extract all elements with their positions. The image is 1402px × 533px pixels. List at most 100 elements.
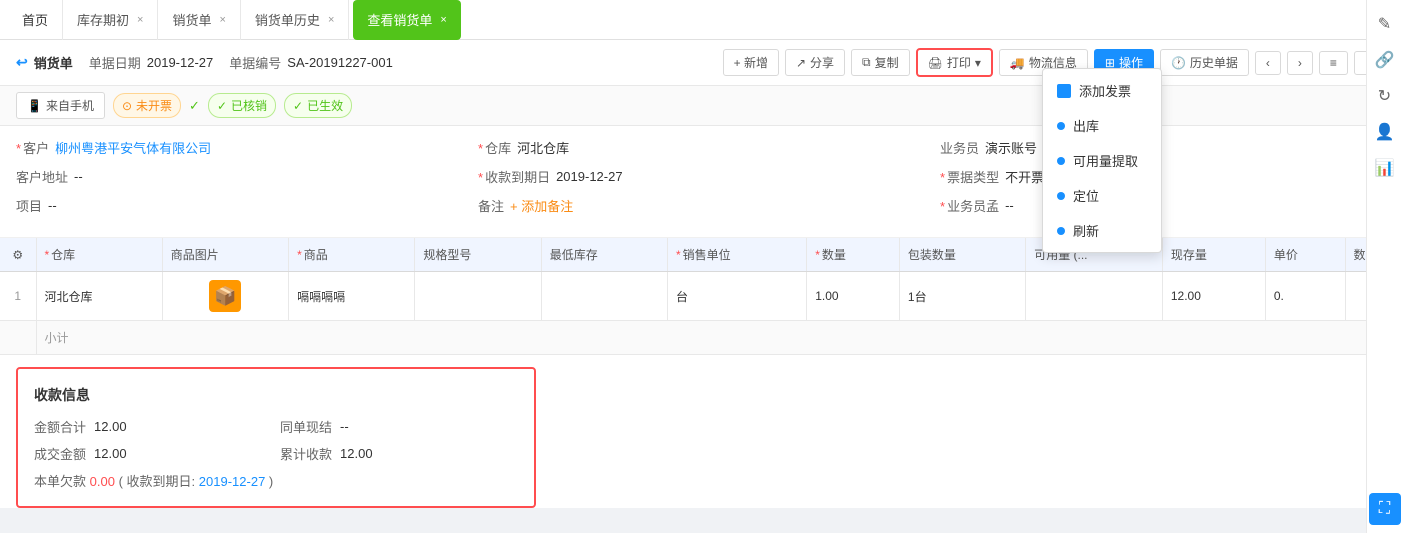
available-qty-icon — [1057, 157, 1065, 165]
nav-prev-button[interactable]: ‹ — [1255, 51, 1281, 75]
print-dropdown-icon: ▾ — [975, 56, 981, 70]
row-warehouse: 河北仓库 — [36, 272, 162, 321]
th-product: 商品 — [289, 238, 415, 272]
copy-button[interactable]: ⧉ 复制 — [851, 49, 910, 76]
address-label: 客户地址 — [16, 167, 68, 186]
customer-label: 客户 — [16, 138, 49, 157]
print-button[interactable]: 🖨 打印 ▾ — [916, 48, 993, 77]
transaction-amount-row: 成交金额 12.00 — [34, 444, 272, 463]
phone-icon: 📱 — [27, 99, 42, 113]
history-button[interactable]: 🕐 历史单据 — [1160, 49, 1249, 76]
salesperson-value: -- — [1005, 198, 1014, 213]
row-quantity: 1.00 — [807, 272, 900, 321]
staff-value: 演示账号 — [985, 138, 1037, 157]
verified-badge: ✓ 已核销 — [208, 93, 276, 118]
tab-sales-history-close[interactable]: × — [328, 14, 334, 26]
outbound-icon — [1057, 122, 1065, 130]
total-amount-value: 12.00 — [94, 419, 127, 434]
address-field: 客户地址 -- — [16, 167, 462, 186]
add-invoice-icon — [1057, 84, 1071, 98]
row-available — [1026, 272, 1163, 321]
th-sales-unit: 销售单位 — [667, 238, 806, 272]
doc-number-meta: 单据编号 SA-20191227-001 — [229, 53, 393, 72]
sidebar-user-icon[interactable]: 👤 — [1369, 116, 1401, 148]
transaction-amount-label: 成交金额 — [34, 444, 86, 463]
th-package-qty: 包装数量 — [899, 238, 1025, 272]
new-button[interactable]: + 新增 — [723, 49, 779, 76]
doc-title: ↩ 销货单 — [16, 53, 73, 72]
payment-date-value: 2019-12-27 — [556, 169, 623, 184]
sidebar-expand-icon[interactable]: ⛶ — [1369, 493, 1401, 525]
warehouse-label: 仓库 — [478, 138, 511, 157]
locate-label: 定位 — [1073, 186, 1099, 205]
customer-value[interactable]: 柳州粤港平安气体有限公司 — [55, 138, 211, 157]
check-circle-icon: ✓ — [189, 98, 200, 114]
refresh-label: 刷新 — [1073, 221, 1099, 240]
transaction-amount-value: 12.00 — [94, 446, 127, 461]
doc-type-icon: ↩ — [16, 54, 28, 71]
sidebar-edit-icon[interactable]: ✎ — [1369, 8, 1401, 40]
th-stock: 现存量 — [1162, 238, 1265, 272]
row-stock: 12.00 — [1162, 272, 1265, 321]
row-index: 1 — [0, 272, 36, 321]
th-quantity: 数量 — [807, 238, 900, 272]
add-invoice-item[interactable]: 添加发票 — [1043, 73, 1161, 108]
due-date-value: 2019-12-27 — [199, 474, 266, 489]
add-invoice-label: 添加发票 — [1079, 81, 1131, 100]
staff-field: 业务员 演示账号 — [940, 138, 1386, 157]
current-arrears-row: 本单欠款 0.00 ( 收款到期日: 2019-12-27 ) — [34, 471, 518, 490]
th-settings[interactable]: ⚙ — [0, 238, 36, 272]
th-unit-price: 单价 — [1265, 238, 1345, 272]
verified-check-icon: ✓ — [217, 99, 227, 113]
tab-sales-order-label: 销货单 — [172, 10, 211, 29]
th-model: 规格型号 — [415, 238, 541, 272]
available-qty-label: 可用量提取 — [1073, 151, 1138, 170]
sidebar-rotate-icon[interactable]: ↻ — [1369, 80, 1401, 112]
tab-view-sales-order[interactable]: 查看销货单 × — [353, 0, 460, 40]
sidebar-data-icon[interactable]: 📊 — [1369, 152, 1401, 184]
tab-sales-order[interactable]: 销货单 × — [158, 0, 240, 40]
print-icon: 🖨 — [928, 56, 943, 70]
payment-title: 收款信息 — [34, 385, 518, 405]
table-header-row: ⚙ 仓库 商品图片 商品 规格型号 最低库存 销售单位 数量 包装数量 可用量 … — [0, 238, 1402, 272]
right-sidebar: ✎ 🔗 ↻ 👤 📊 ⛶ — [1366, 0, 1402, 533]
outbound-item[interactable]: 出库 — [1043, 108, 1161, 143]
view-list-button[interactable]: ≡ — [1319, 51, 1348, 75]
subtotal-row: 小计 — [0, 321, 1402, 355]
share-button[interactable]: ↗ 分享 — [785, 49, 845, 76]
copy-icon: ⧉ — [862, 55, 871, 70]
same-order-row: 同单现结 -- — [280, 417, 518, 436]
form-section: 客户 柳州粤港平安气体有限公司 仓库 河北仓库 业务员 演示账号 客户地址 --… — [0, 126, 1402, 238]
ticket-type-label: 票据类型 — [940, 167, 999, 186]
tab-sales-history[interactable]: 销货单历史 × — [241, 0, 349, 40]
tab-inventory-init-close[interactable]: × — [137, 14, 143, 26]
doc-number-value: SA-20191227-001 — [287, 55, 393, 70]
cumulative-receipt-row: 累计收款 12.00 — [280, 444, 518, 463]
not-opened-badge: ⊙ 未开票 — [113, 93, 181, 118]
add-note-button[interactable]: + 添加备注 — [510, 196, 573, 215]
cumulative-receipt-label: 累计收款 — [280, 444, 332, 463]
same-order-value: -- — [340, 419, 349, 434]
product-table: ⚙ 仓库 商品图片 商品 规格型号 最低库存 销售单位 数量 包装数量 可用量 … — [0, 238, 1402, 355]
th-min-stock: 最低库存 — [541, 238, 667, 272]
tab-inventory-init[interactable]: 库存期初 × — [63, 0, 158, 40]
total-amount-row: 金额合计 12.00 — [34, 417, 272, 436]
tab-home[interactable]: 首页 — [8, 0, 63, 40]
sidebar-link-icon[interactable]: 🔗 — [1369, 44, 1401, 76]
th-warehouse: 仓库 — [36, 238, 162, 272]
nav-next-button[interactable]: › — [1287, 51, 1313, 75]
project-value: -- — [48, 198, 57, 213]
row-model — [415, 272, 541, 321]
locate-item[interactable]: 定位 — [1043, 178, 1161, 213]
tab-sales-order-close[interactable]: × — [219, 14, 225, 26]
tab-bar: 首页 库存期初 × 销货单 × 销货单历史 × 查看销货单 × × — [0, 0, 1402, 40]
from-phone-button[interactable]: 📱 来自手机 — [16, 92, 105, 119]
project-label: 项目 — [16, 196, 42, 215]
available-qty-item[interactable]: 可用量提取 — [1043, 143, 1161, 178]
refresh-item[interactable]: 刷新 — [1043, 213, 1161, 248]
toolbar-row: 📱 来自手机 ⊙ 未开票 ✓ ✓ 已核销 ✓ 已生效 — [0, 86, 1402, 126]
tab-inventory-init-label: 库存期初 — [77, 10, 129, 29]
th-product-img: 商品图片 — [162, 238, 288, 272]
tab-view-sales-order-close[interactable]: × — [440, 14, 446, 26]
payment-date-field: 收款到期日 2019-12-27 — [478, 167, 924, 186]
